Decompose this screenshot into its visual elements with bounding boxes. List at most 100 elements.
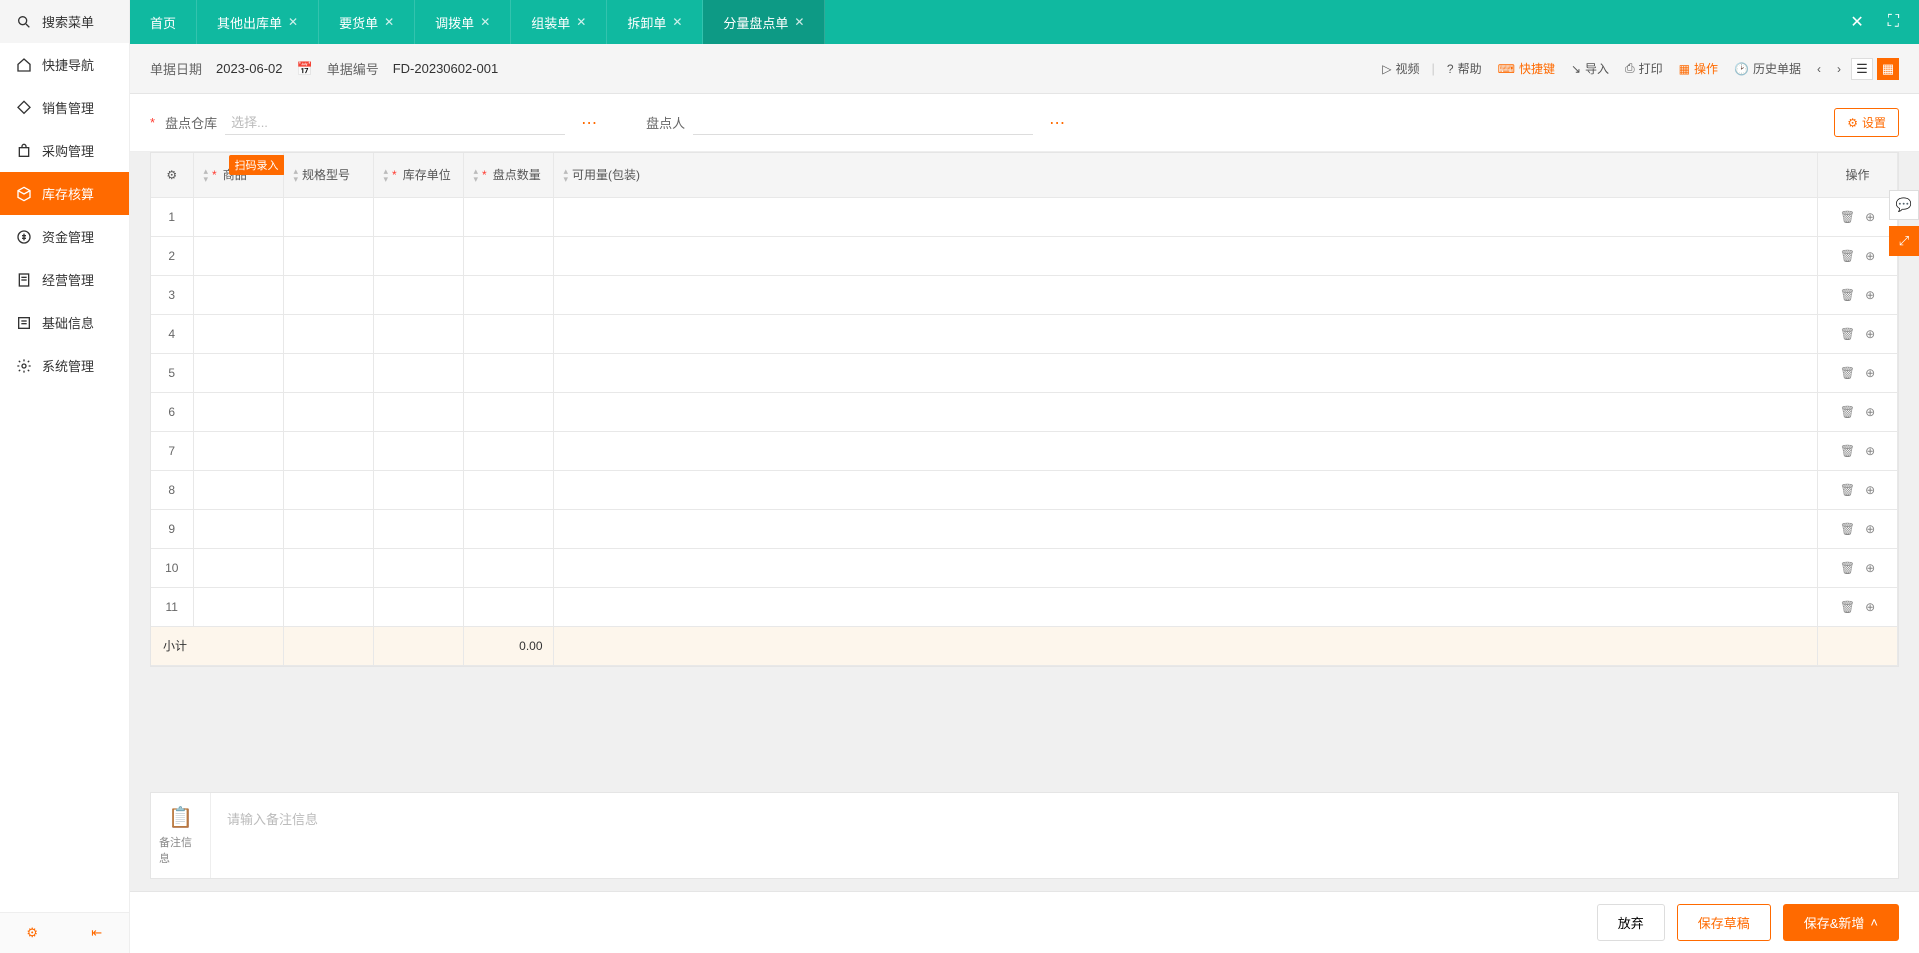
col-settings[interactable]: ⚙ bbox=[151, 153, 193, 197]
sort-icon[interactable]: ▴▾ bbox=[564, 167, 569, 183]
col-qty[interactable]: ▴▾*盘点数量 bbox=[463, 153, 553, 197]
sort-icon[interactable]: ▴▾ bbox=[474, 167, 479, 183]
table-row[interactable]: 6 🗑 ⊕ bbox=[151, 392, 1898, 431]
sidebar-item-nav[interactable]: 快捷导航 bbox=[0, 43, 129, 86]
table-row[interactable]: 5 🗑 ⊕ bbox=[151, 353, 1898, 392]
cell-available[interactable] bbox=[553, 275, 1818, 314]
table-row[interactable]: 3 🗑 ⊕ bbox=[151, 275, 1898, 314]
add-row-icon[interactable]: ⊕ bbox=[1865, 561, 1875, 575]
view-list-btn[interactable]: ☰ bbox=[1851, 58, 1873, 80]
cell-unit[interactable] bbox=[373, 314, 463, 353]
cell-spec[interactable] bbox=[283, 548, 373, 587]
sidebar-item-inventory[interactable]: 库存核算 bbox=[0, 172, 129, 215]
cell-available[interactable] bbox=[553, 197, 1818, 236]
cell-unit[interactable] bbox=[373, 236, 463, 275]
add-row-icon[interactable]: ⊕ bbox=[1865, 327, 1875, 341]
cell-qty[interactable] bbox=[463, 353, 553, 392]
cell-qty[interactable] bbox=[463, 314, 553, 353]
operator-more-btn[interactable]: ⋯ bbox=[1041, 113, 1074, 133]
table-row[interactable]: 4 🗑 ⊕ bbox=[151, 314, 1898, 353]
cell-unit[interactable] bbox=[373, 470, 463, 509]
sort-icon[interactable]: ▴▾ bbox=[384, 167, 389, 183]
shortcut-action[interactable]: ⌨快捷键 bbox=[1492, 56, 1561, 81]
table-row[interactable]: 11 🗑 ⊕ bbox=[151, 587, 1898, 626]
help-action[interactable]: ?帮助 bbox=[1441, 56, 1488, 81]
sidebar-item-purchase[interactable]: 采购管理 bbox=[0, 129, 129, 172]
delete-row-icon[interactable]: 🗑 bbox=[1840, 600, 1855, 614]
discard-button[interactable]: 放弃 bbox=[1597, 904, 1665, 941]
view-grid-btn[interactable]: ▦ bbox=[1877, 58, 1899, 80]
cell-spec[interactable] bbox=[283, 470, 373, 509]
remark-input[interactable] bbox=[211, 793, 1898, 878]
sidebar-item-business[interactable]: 经营管理 bbox=[0, 258, 129, 301]
cell-qty[interactable] bbox=[463, 470, 553, 509]
tab-inventory-count[interactable]: 分量盘点单✕ bbox=[703, 0, 825, 44]
tab-transfer[interactable]: 调拨单✕ bbox=[415, 0, 511, 44]
cell-spec[interactable] bbox=[283, 314, 373, 353]
table-row[interactable]: 10 🗑 ⊕ bbox=[151, 548, 1898, 587]
tab-disassembly[interactable]: 拆卸单✕ bbox=[607, 0, 703, 44]
col-unit[interactable]: ▴▾*库存单位 bbox=[373, 153, 463, 197]
cell-unit[interactable] bbox=[373, 392, 463, 431]
cell-product[interactable] bbox=[193, 509, 283, 548]
cell-unit[interactable] bbox=[373, 353, 463, 392]
cell-qty[interactable] bbox=[463, 509, 553, 548]
table-row[interactable]: 9 🗑 ⊕ bbox=[151, 509, 1898, 548]
cell-available[interactable] bbox=[553, 392, 1818, 431]
add-row-icon[interactable]: ⊕ bbox=[1865, 210, 1875, 224]
add-row-icon[interactable]: ⊕ bbox=[1865, 288, 1875, 302]
tab-assembly[interactable]: 组装单✕ bbox=[511, 0, 607, 44]
cell-available[interactable] bbox=[553, 236, 1818, 275]
cell-spec[interactable] bbox=[283, 587, 373, 626]
add-row-icon[interactable]: ⊕ bbox=[1865, 405, 1875, 419]
cell-spec[interactable] bbox=[283, 236, 373, 275]
sidebar-item-system[interactable]: 系统管理 bbox=[0, 344, 129, 387]
tab-other-outbound[interactable]: 其他出库单✕ bbox=[197, 0, 319, 44]
save-new-button[interactable]: 保存&新增˄ bbox=[1783, 904, 1899, 941]
sidebar-item-basic[interactable]: 基础信息 bbox=[0, 301, 129, 344]
cell-spec[interactable] bbox=[283, 275, 373, 314]
cell-qty[interactable] bbox=[463, 197, 553, 236]
add-row-icon[interactable]: ⊕ bbox=[1865, 366, 1875, 380]
cell-product[interactable] bbox=[193, 431, 283, 470]
cell-product[interactable] bbox=[193, 587, 283, 626]
close-icon[interactable]: ✕ bbox=[672, 15, 682, 29]
cell-qty[interactable] bbox=[463, 587, 553, 626]
close-all-tabs-btn[interactable]: ✕ bbox=[1842, 6, 1871, 38]
cell-available[interactable] bbox=[553, 353, 1818, 392]
add-row-icon[interactable]: ⊕ bbox=[1865, 444, 1875, 458]
col-product[interactable]: ▴▾*商品 扫码录入 bbox=[193, 153, 283, 197]
add-row-icon[interactable]: ⊕ bbox=[1865, 249, 1875, 263]
table-row[interactable]: 7 🗑 ⊕ bbox=[151, 431, 1898, 470]
sidebar-settings-btn[interactable]: ⚙ bbox=[0, 913, 65, 953]
cell-qty[interactable] bbox=[463, 431, 553, 470]
prev-btn[interactable]: ‹ bbox=[1811, 58, 1827, 80]
cell-spec[interactable] bbox=[283, 392, 373, 431]
delete-row-icon[interactable]: 🗑 bbox=[1840, 288, 1855, 302]
sidebar-collapse-btn[interactable]: ⇤ bbox=[65, 913, 130, 953]
cell-qty[interactable] bbox=[463, 236, 553, 275]
add-row-icon[interactable]: ⊕ bbox=[1865, 522, 1875, 536]
table-row[interactable]: 1 🗑 ⊕ bbox=[151, 197, 1898, 236]
sidebar-item-search[interactable]: 搜索菜单 bbox=[0, 0, 129, 43]
cell-available[interactable] bbox=[553, 587, 1818, 626]
delete-row-icon[interactable]: 🗑 bbox=[1840, 444, 1855, 458]
cell-product[interactable] bbox=[193, 470, 283, 509]
close-icon[interactable]: ✕ bbox=[480, 15, 490, 29]
close-icon[interactable]: ✕ bbox=[794, 15, 804, 29]
cell-qty[interactable] bbox=[463, 548, 553, 587]
close-icon[interactable]: ✕ bbox=[384, 15, 394, 29]
cell-product[interactable] bbox=[193, 314, 283, 353]
cell-unit[interactable] bbox=[373, 431, 463, 470]
cell-spec[interactable] bbox=[283, 353, 373, 392]
close-icon[interactable]: ✕ bbox=[288, 15, 298, 29]
cell-unit[interactable] bbox=[373, 548, 463, 587]
cell-available[interactable] bbox=[553, 431, 1818, 470]
cell-spec[interactable] bbox=[283, 197, 373, 236]
fullscreen-btn[interactable]: ⛶ bbox=[1880, 7, 1907, 37]
warehouse-more-btn[interactable]: ⋯ bbox=[573, 113, 606, 133]
calendar-icon[interactable]: 📅 bbox=[297, 61, 313, 77]
add-row-icon[interactable]: ⊕ bbox=[1865, 483, 1875, 497]
table-row[interactable]: 2 🗑 ⊕ bbox=[151, 236, 1898, 275]
cell-product[interactable] bbox=[193, 275, 283, 314]
